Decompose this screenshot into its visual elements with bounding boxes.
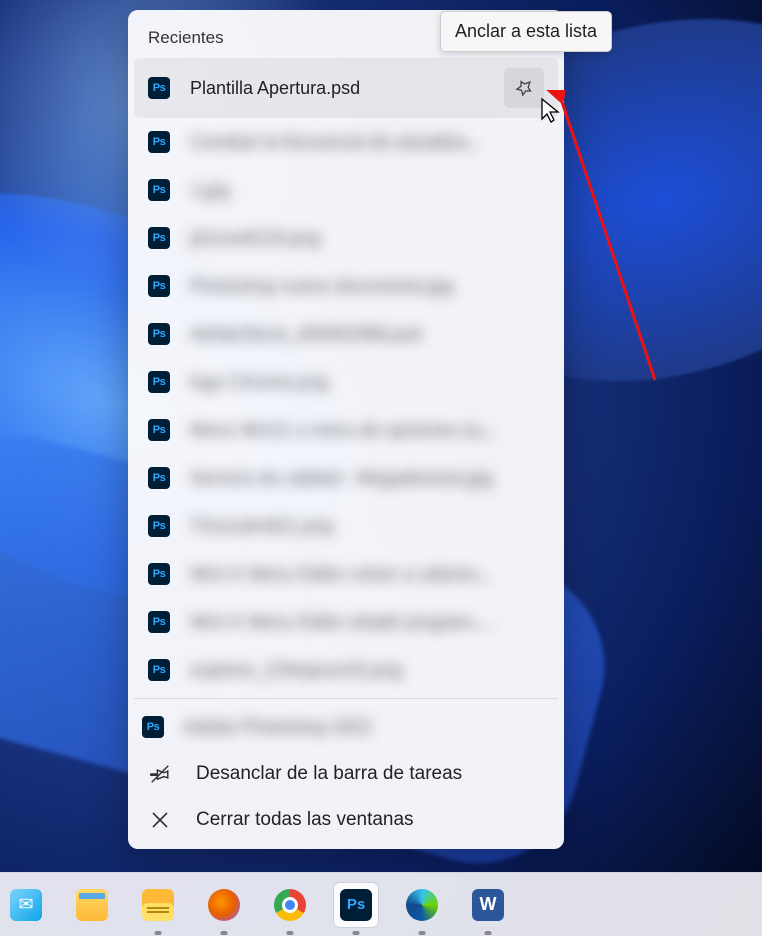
photoshop-icon: Ps xyxy=(340,889,372,921)
recent-item-label: Menu Win11 o menu de opciones us... xyxy=(190,420,544,441)
photoshop-icon: Ps xyxy=(148,131,170,153)
folder-icon xyxy=(76,889,108,921)
recent-list: Ps Plantilla Apertura.psd Ps Cambiar la fre… xyxy=(128,58,564,694)
recent-item-label: TOzvudm821.png xyxy=(190,516,544,537)
jumplist-menu: Recientes PsPlantilla Apertura.psdPsCamb… xyxy=(128,10,564,849)
pin-tooltip: Anclar a esta lista xyxy=(440,11,612,52)
chrome-icon xyxy=(274,889,306,921)
recent-item-label: jd1zvw8120.png xyxy=(190,228,544,249)
app-name-label: Adobe Photoshop 2022 xyxy=(184,717,550,738)
taskbar-file-explorer[interactable] xyxy=(70,883,114,927)
photoshop-icon: Ps xyxy=(148,515,170,537)
tooltip-text: Anclar a esta lista xyxy=(455,21,597,41)
photoshop-icon: Ps xyxy=(148,467,170,489)
recent-item[interactable]: Ps Win+X Menu Editor añadir program... . xyxy=(134,598,558,646)
recent-item-label: Win+X Menu Editor añadir program... . xyxy=(190,612,544,633)
close-all-windows[interactable]: Cerrar todas las ventanas xyxy=(128,797,564,843)
recent-item[interactable]: Ps AdobeStock_409403386.psd xyxy=(134,310,558,358)
photoshop-icon: Ps xyxy=(148,419,170,441)
photoshop-icon: Ps xyxy=(142,716,164,738)
taskbar: Ps W xyxy=(0,872,762,936)
photoshop-icon: Ps xyxy=(148,77,170,99)
mail-icon xyxy=(10,889,42,921)
photoshop-icon: Ps xyxy=(148,563,170,585)
recent-item-label: logo Chrome.png xyxy=(190,372,544,393)
recent-item-label: Win+X Menu Editor volver a valores... xyxy=(190,564,544,585)
recent-item[interactable]: Ps 1.jpg xyxy=(134,166,558,214)
photoshop-icon: Ps xyxy=(148,323,170,345)
photoshop-icon: Ps xyxy=(148,371,170,393)
taskbar-edge[interactable] xyxy=(400,883,444,927)
recent-item-label: Photoshop nuevo documento.jpg xyxy=(190,276,544,297)
recent-item[interactable]: Ps Plantilla Apertura.psd xyxy=(134,58,558,118)
photoshop-icon: Ps xyxy=(148,611,170,633)
firefox-icon xyxy=(208,889,240,921)
recent-item[interactable]: Ps explorer_Z3NoprucH2.png xyxy=(134,646,558,694)
unpin-icon xyxy=(148,763,172,785)
unpin-label: Desanclar de la barra de tareas xyxy=(196,763,462,785)
recent-item-label: 1.jpg xyxy=(190,180,544,201)
recent-item[interactable]: Ps Photoshop nuevo documento.jpg xyxy=(134,262,558,310)
taskbar-word[interactable]: W xyxy=(466,883,510,927)
photoshop-icon: Ps xyxy=(148,659,170,681)
recent-item[interactable]: Ps Cambiar la frecuencia de actualiza... xyxy=(134,118,558,166)
notes-icon xyxy=(142,889,174,921)
pin-button[interactable] xyxy=(504,68,544,108)
unpin-from-taskbar[interactable]: Desanclar de la barra de tareas xyxy=(128,751,564,797)
jumplist-app-row[interactable]: Ps Adobe Photoshop 2022 xyxy=(128,703,564,751)
pin-icon xyxy=(514,78,534,98)
recent-item-label: explorer_Z3NoprucH2.png xyxy=(190,660,544,681)
close-all-label: Cerrar todas las ventanas xyxy=(196,809,414,831)
recent-item-label: AdobeStock_409403386.psd xyxy=(190,324,544,345)
close-icon xyxy=(148,811,172,829)
taskbar-photoshop[interactable]: Ps xyxy=(334,883,378,927)
desktop: Anclar a esta lista Recientes PsPlantill… xyxy=(0,0,762,936)
recent-item[interactable]: Ps Menu Win11 o menu de opciones us... xyxy=(134,406,558,454)
recent-item-label: Cambiar la frecuencia de actualiza... xyxy=(190,132,544,153)
taskbar-firefox[interactable] xyxy=(202,883,246,927)
taskbar-chrome[interactable] xyxy=(268,883,312,927)
photoshop-icon: Ps xyxy=(148,227,170,249)
recent-item[interactable]: Ps jd1zvw8120.png xyxy=(134,214,558,262)
recent-item[interactable]: Ps logo Chrome.png xyxy=(134,358,558,406)
taskbar-sticky-notes[interactable] xyxy=(136,883,180,927)
recent-item[interactable]: Ps TOzvudm821.png xyxy=(134,502,558,550)
recent-item-label: Servicio de calidad - Megadevices.jpg xyxy=(190,468,544,489)
photoshop-icon: Ps xyxy=(148,275,170,297)
photoshop-icon: Ps xyxy=(148,179,170,201)
divider xyxy=(134,698,558,699)
word-icon: W xyxy=(472,889,504,921)
recent-item-label: Plantilla Apertura.psd xyxy=(190,78,484,99)
edge-icon xyxy=(406,889,438,921)
recent-item[interactable]: Ps Servicio de calidad - Megadevices.jpg xyxy=(134,454,558,502)
recent-item[interactable]: Ps Win+X Menu Editor volver a valores... xyxy=(134,550,558,598)
taskbar-mail[interactable] xyxy=(4,883,48,927)
